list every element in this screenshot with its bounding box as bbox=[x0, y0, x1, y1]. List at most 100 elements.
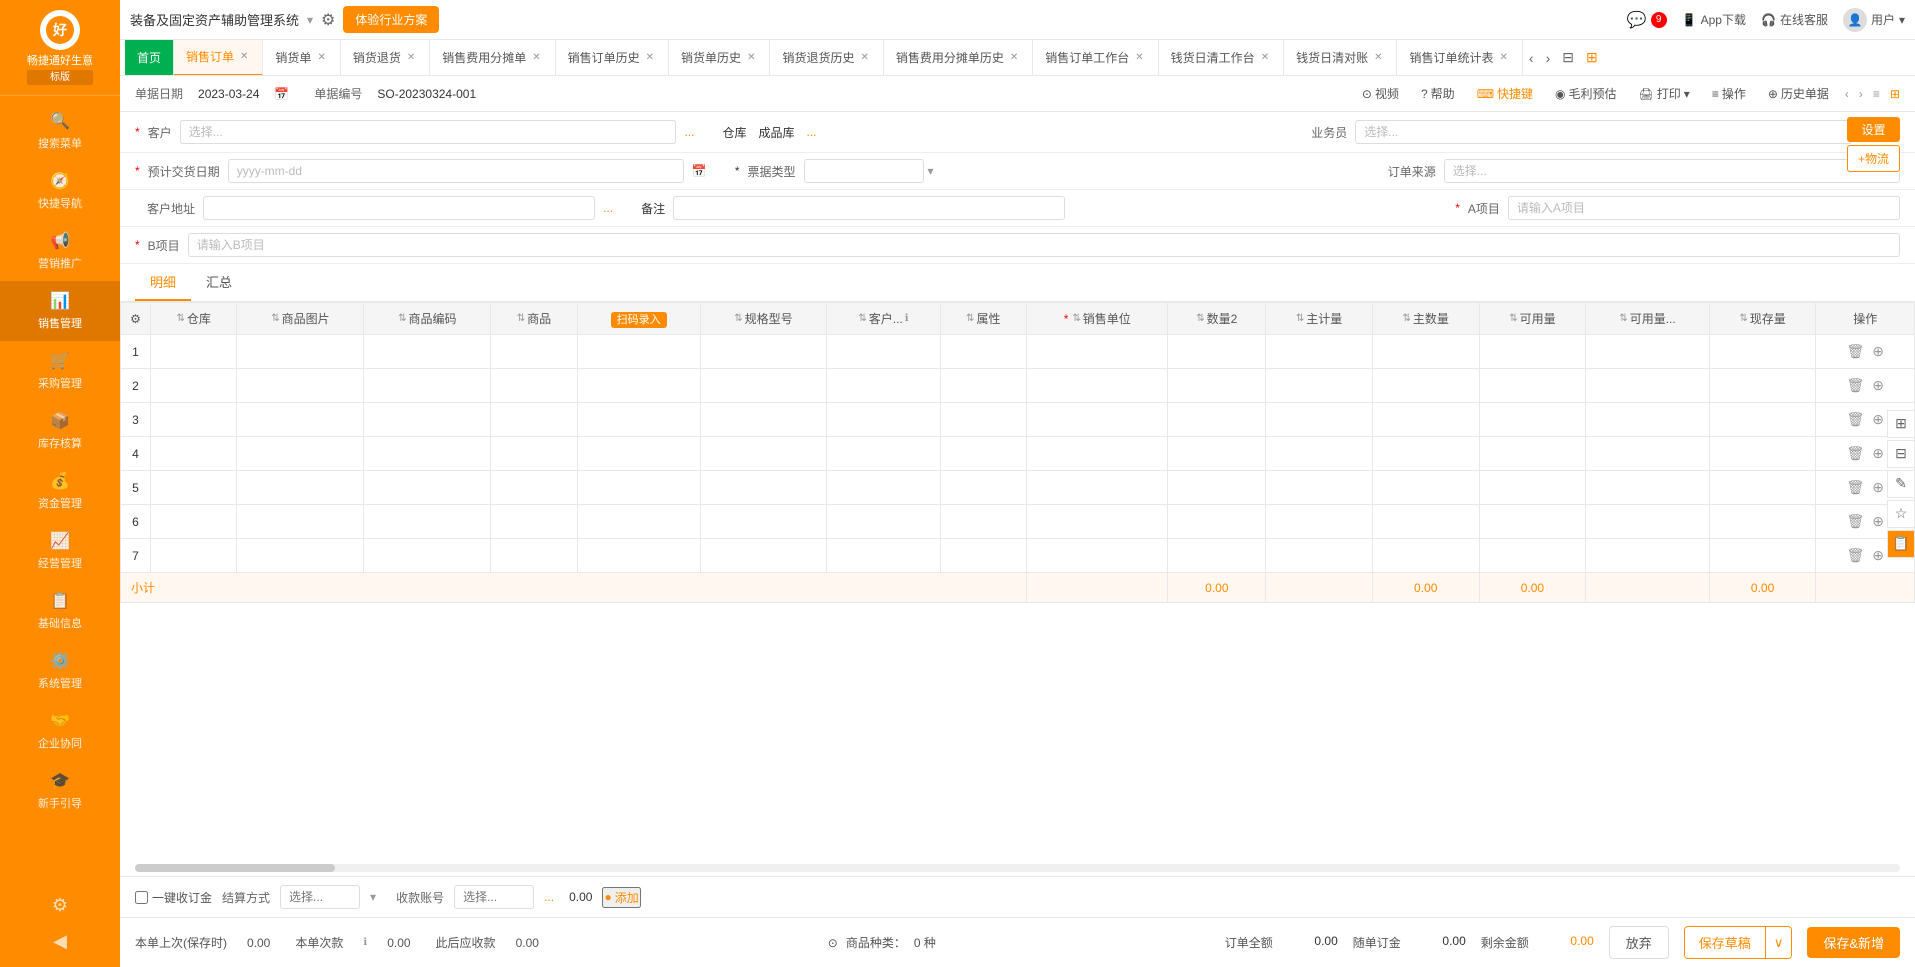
tab-close-stats[interactable]: ✕ bbox=[1498, 50, 1510, 65]
rt-btn-2[interactable]: ⊟ bbox=[1887, 440, 1915, 468]
row-copy-1[interactable]: ⊕ bbox=[1870, 341, 1886, 362]
payment-method-input[interactable] bbox=[280, 885, 360, 909]
tab-detail[interactable]: 明细 bbox=[135, 264, 191, 301]
row-delete-6[interactable]: 🗑 bbox=[1844, 511, 1866, 532]
th-settings[interactable]: ⚙ bbox=[121, 303, 151, 335]
address-more[interactable]: ... bbox=[603, 201, 613, 215]
save-draft-button[interactable]: 保存草稿 bbox=[1685, 927, 1765, 958]
scrollbar-thumb[interactable] bbox=[135, 864, 335, 872]
row-delete-5[interactable]: 🗑 bbox=[1844, 477, 1866, 498]
add-btn[interactable]: ● 添加 bbox=[602, 887, 640, 908]
tab-close-sales-order[interactable]: ✕ bbox=[238, 49, 250, 64]
project-a-input[interactable] bbox=[1508, 196, 1900, 220]
tab-daily-workbench[interactable]: 钱货日清工作台 ✕ bbox=[1159, 40, 1284, 76]
tab-close-daily-workbench[interactable]: ✕ bbox=[1259, 50, 1271, 65]
scrollbar-track[interactable] bbox=[135, 864, 1900, 872]
tab-close-reconcile[interactable]: ✕ bbox=[1372, 50, 1384, 65]
tab-grid-icon[interactable]: ⊞ bbox=[1580, 49, 1604, 66]
help-btn[interactable]: ? 帮助 bbox=[1415, 82, 1461, 105]
order-source-input[interactable] bbox=[1444, 159, 1900, 183]
staff-input[interactable] bbox=[1355, 120, 1852, 144]
save-draft-arrow-btn[interactable]: ∨ bbox=[1765, 927, 1792, 958]
warehouse-more[interactable]: ... bbox=[806, 125, 816, 139]
tab-close-workbench[interactable]: ✕ bbox=[1133, 50, 1145, 65]
chevron-down-icon[interactable]: ▾ bbox=[307, 13, 313, 27]
tab-close-order-history[interactable]: ✕ bbox=[644, 50, 656, 65]
operations-btn[interactable]: ≡ 操作 bbox=[1706, 82, 1752, 105]
address-input[interactable] bbox=[203, 196, 595, 220]
tab-return-history[interactable]: 销货退货历史 ✕ bbox=[770, 40, 883, 76]
solution-button[interactable]: 体验行业方案 bbox=[343, 6, 439, 33]
tab-workbench[interactable]: 销售订单工作台 ✕ bbox=[1033, 40, 1158, 76]
row-copy-4[interactable]: ⊕ bbox=[1870, 443, 1886, 464]
row-copy-5[interactable]: ⊕ bbox=[1870, 477, 1886, 498]
sort-icon-av[interactable]: ⇅ bbox=[1509, 313, 1517, 324]
online-service-btn[interactable]: 🎧 在线客服 bbox=[1761, 11, 1828, 28]
calendar-icon[interactable]: 📅 bbox=[274, 87, 289, 101]
invoice-arrow[interactable]: ▾ bbox=[928, 164, 934, 178]
account-more[interactable]: ... bbox=[544, 890, 554, 904]
sidebar-collapse-btn[interactable]: ◀ bbox=[48, 926, 72, 957]
method-arrow[interactable]: ▾ bbox=[370, 890, 376, 904]
account-input[interactable] bbox=[454, 885, 534, 909]
quick-pay-label[interactable]: 一键收订金 bbox=[135, 889, 212, 906]
tab-close-goods-history[interactable]: ✕ bbox=[745, 50, 757, 65]
list-view-icon[interactable]: ≡ bbox=[1873, 87, 1880, 101]
settings-corner-btn[interactable]: 设置 bbox=[1847, 117, 1900, 142]
sort-icon-mq[interactable]: ⇅ bbox=[1403, 313, 1411, 324]
rt-btn-4[interactable]: ☆ bbox=[1887, 500, 1915, 528]
sort-icon-code[interactable]: ⇅ bbox=[398, 313, 406, 324]
row-delete-1[interactable]: 🗑 bbox=[1844, 341, 1866, 362]
shortcut-btn[interactable]: ⌨ 快捷键 bbox=[1471, 82, 1539, 105]
sort-icon-unit[interactable]: ⇅ bbox=[1072, 313, 1080, 324]
save-new-button[interactable]: 保存&新增 bbox=[1807, 927, 1900, 958]
row-delete-7[interactable]: 🗑 bbox=[1844, 545, 1866, 566]
app-download-btn[interactable]: 📱 App下载 bbox=[1682, 11, 1746, 28]
tab-close-return[interactable]: ✕ bbox=[405, 50, 417, 65]
customer-input[interactable] bbox=[180, 120, 677, 144]
sidebar-item-management[interactable]: 📈 经营管理 bbox=[0, 521, 120, 581]
tab-home[interactable]: 首页 bbox=[125, 40, 174, 76]
sidebar-item-sales[interactable]: 📊 销售管理 bbox=[0, 281, 120, 341]
tab-close-return-history[interactable]: ✕ bbox=[858, 50, 870, 65]
sidebar-item-marketing[interactable]: 📢 营销推广 bbox=[0, 221, 120, 281]
sidebar-item-inventory[interactable]: 📦 库存核算 bbox=[0, 401, 120, 461]
sort-icon-qty2[interactable]: ⇅ bbox=[1196, 313, 1204, 324]
sidebar-item-collab[interactable]: 🤝 企业协同 bbox=[0, 701, 120, 761]
tab-sales-goods[interactable]: 销货单 ✕ bbox=[263, 40, 340, 76]
tab-stats[interactable]: 销售订单统计表 ✕ bbox=[1397, 40, 1522, 76]
settings-btn[interactable]: ⚙ bbox=[321, 10, 335, 30]
sidebar-item-purchase[interactable]: 🛒 采购管理 bbox=[0, 341, 120, 401]
row-delete-3[interactable]: 🗑 bbox=[1844, 409, 1866, 430]
delivery-input[interactable] bbox=[228, 159, 684, 183]
sort-icon-image[interactable]: ⇅ bbox=[271, 313, 279, 324]
info-icon[interactable]: ℹ bbox=[905, 313, 909, 324]
sort-icon-mu[interactable]: ⇅ bbox=[1296, 313, 1304, 324]
row-copy-2[interactable]: ⊕ bbox=[1870, 375, 1886, 396]
settings-th-icon[interactable]: ⚙ bbox=[130, 312, 141, 326]
tab-next-arrow[interactable]: › bbox=[1540, 50, 1557, 66]
sidebar-item-basic[interactable]: 📋 基础信息 bbox=[0, 581, 120, 641]
rt-btn-1[interactable]: ⊞ bbox=[1887, 410, 1915, 438]
discard-button[interactable]: 放弃 bbox=[1609, 926, 1669, 959]
sort-icon-attr[interactable]: ⇅ bbox=[966, 313, 974, 324]
tab-expand-icon[interactable]: ⊟ bbox=[1556, 49, 1580, 66]
sidebar-item-search[interactable]: 🔍 搜索菜单 bbox=[0, 101, 120, 161]
sidebar-settings-btn[interactable]: ⚙ bbox=[47, 890, 73, 921]
print-btn[interactable]: 🖨 打印 ▾ bbox=[1633, 82, 1696, 105]
tab-close-sales-goods[interactable]: ✕ bbox=[315, 50, 327, 65]
scan-tag[interactable]: 扫码录入 bbox=[611, 312, 667, 328]
view-video-btn[interactable]: ⊙ 视频 bbox=[1356, 82, 1405, 105]
prev-record-icon[interactable]: ‹ bbox=[1845, 87, 1849, 101]
tab-reconcile[interactable]: 钱货日清对账 ✕ bbox=[1284, 40, 1397, 76]
row-delete-2[interactable]: 🗑 bbox=[1844, 375, 1866, 396]
calendar2-icon[interactable]: 📅 bbox=[692, 164, 707, 178]
sort-icon-product[interactable]: ⇅ bbox=[517, 313, 525, 324]
invoice-input[interactable]: 不开票 bbox=[804, 159, 924, 183]
row-copy-7[interactable]: ⊕ bbox=[1870, 545, 1886, 566]
rt-btn-3[interactable]: ✎ bbox=[1887, 470, 1915, 498]
customer-more[interactable]: ... bbox=[684, 125, 694, 139]
tab-fee-history[interactable]: 销售费用分摊单历史 ✕ bbox=[884, 40, 1033, 76]
user-menu[interactable]: 👤 用户 ▾ bbox=[1843, 8, 1905, 32]
tab-return[interactable]: 销货退货 ✕ bbox=[341, 40, 430, 76]
